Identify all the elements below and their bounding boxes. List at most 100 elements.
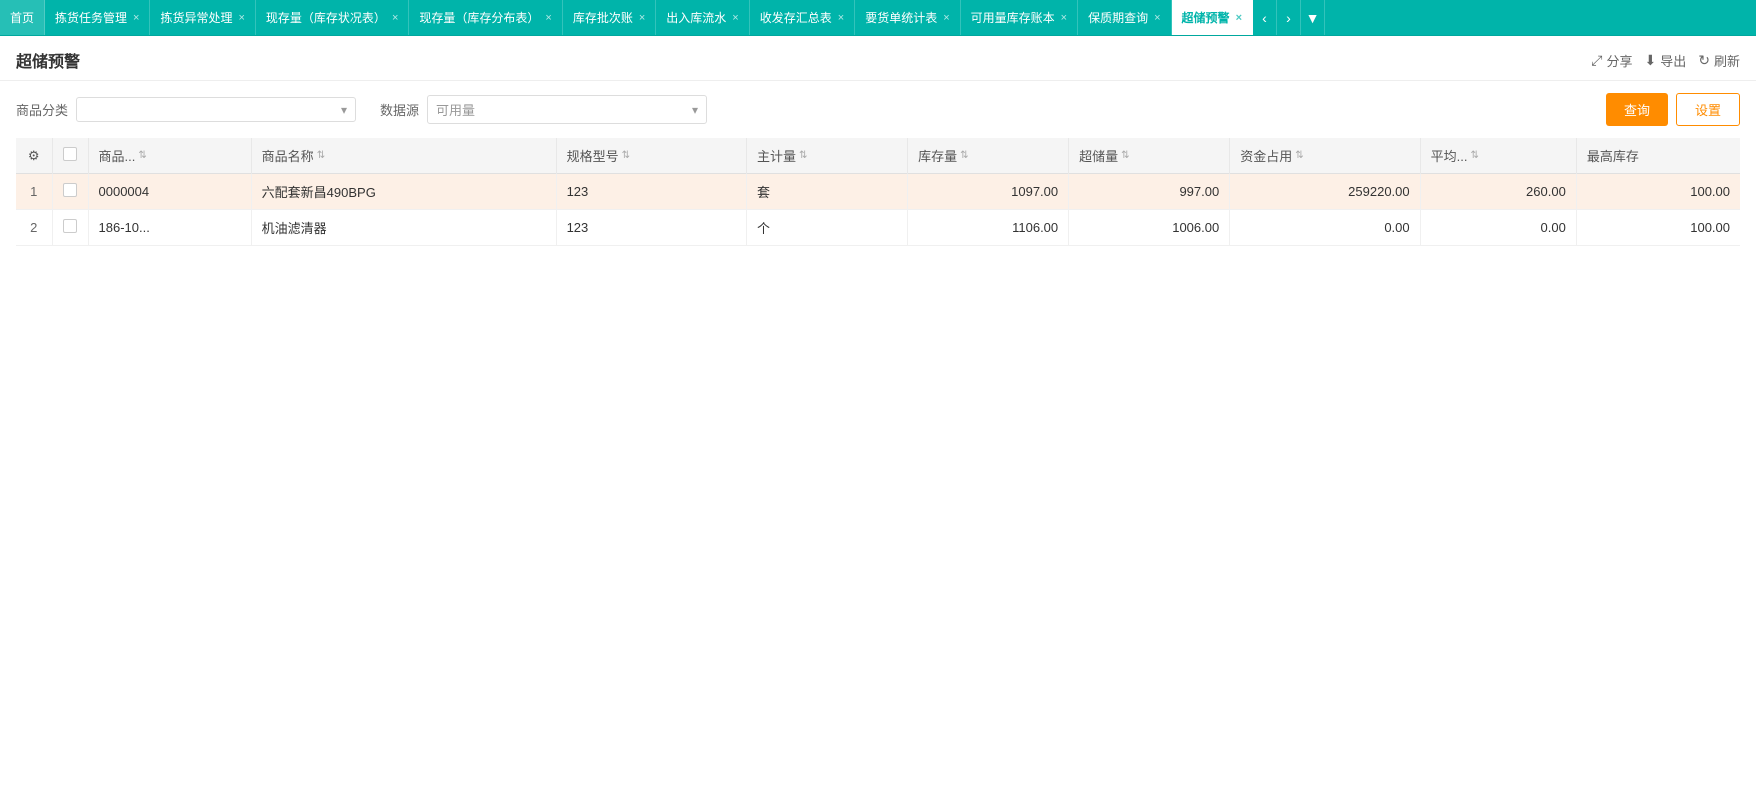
settings-button[interactable]: 设置	[1676, 93, 1740, 126]
nav-pick-task-label: 拣货任务管理	[55, 9, 127, 26]
row-unit-0: 套	[746, 174, 907, 210]
th-spec-label: 规格型号	[567, 146, 619, 165]
nav-quality-check[interactable]: 保质期查询 ×	[1078, 0, 1171, 35]
export-label: 导出	[1660, 51, 1686, 70]
overstock-table: ⚙ 商品... ⇅ 商品名称 ⇅	[16, 138, 1740, 246]
row-unit-1: 个	[746, 210, 907, 246]
row-cb-0[interactable]	[63, 183, 77, 197]
th-name[interactable]: 商品名称 ⇅	[251, 138, 556, 174]
nav-pick-exception[interactable]: 拣货异常处理 ×	[150, 0, 255, 35]
th-code[interactable]: 商品... ⇅	[88, 138, 251, 174]
row-num-1: 2	[16, 210, 52, 246]
nav-inout-flow[interactable]: 出入库流水 ×	[656, 0, 749, 35]
nav-stock-dist[interactable]: 现存量（库存分布表） ×	[409, 0, 562, 35]
nav-batch-account[interactable]: 库存批次账 ×	[563, 0, 656, 35]
row-stock-0: 1097.00	[908, 174, 1069, 210]
nav-inout-flow-close[interactable]: ×	[732, 12, 738, 24]
nav-summary-close[interactable]: ×	[838, 12, 844, 24]
row-spec-1: 123	[556, 210, 746, 246]
row-checkbox-0[interactable]	[52, 174, 88, 210]
sort-avg-icon: ⇅	[1470, 150, 1478, 161]
th-settings[interactable]: ⚙	[16, 138, 52, 174]
th-unit[interactable]: 主计量 ⇅	[746, 138, 907, 174]
nav-order-stats-label: 要货单统计表	[865, 9, 937, 26]
th-max-stock[interactable]: 最高库存	[1576, 138, 1740, 174]
row-capital-0: 259220.00	[1230, 174, 1420, 210]
sort-code-icon: ⇅	[138, 150, 146, 161]
th-overstock[interactable]: 超储量 ⇅	[1069, 138, 1230, 174]
nav-order-stats-close[interactable]: ×	[943, 12, 949, 24]
datasource-filter: 数据源 可用量 ▾	[380, 95, 707, 124]
export-icon: ⬇	[1645, 52, 1657, 69]
nav-inout-flow-label: 出入库流水	[666, 9, 726, 26]
nav-available-stock-close[interactable]: ×	[1061, 12, 1067, 24]
th-overstock-label: 超储量	[1079, 146, 1118, 165]
nav-overstock-warning-close[interactable]: ×	[1236, 12, 1242, 24]
sort-overstock-icon: ⇅	[1121, 150, 1129, 161]
nav-quality-check-label: 保质期查询	[1088, 9, 1148, 26]
nav-pick-task-close[interactable]: ×	[133, 12, 139, 24]
nav-order-stats[interactable]: 要货单统计表 ×	[855, 0, 960, 35]
datasource-select[interactable]: 可用量 ▾	[427, 95, 707, 124]
th-stock[interactable]: 库存量 ⇅	[908, 138, 1069, 174]
datasource-select-value: 可用量	[436, 100, 475, 119]
th-checkbox[interactable]	[52, 138, 88, 174]
nav-available-stock[interactable]: 可用量库存账本 ×	[961, 0, 1078, 35]
th-spec[interactable]: 规格型号 ⇅	[556, 138, 746, 174]
share-button[interactable]: ⤢ 分享	[1591, 51, 1632, 70]
category-label: 商品分类	[16, 100, 68, 119]
refresh-label: 刷新	[1714, 51, 1740, 70]
nav-more-button[interactable]: ▼	[1301, 0, 1325, 35]
sort-name-icon: ⇅	[317, 150, 325, 161]
table-row[interactable]: 1 0000004 六配套新昌490BPG 123 套 1097.00 997.…	[16, 174, 1740, 210]
query-button[interactable]: 查询	[1606, 93, 1668, 126]
nav-overstock-warning[interactable]: 超储预警 ×	[1172, 0, 1253, 35]
th-avg-label: 平均...	[1431, 146, 1468, 165]
nav-summary-label: 收发存汇总表	[760, 9, 832, 26]
category-chevron-icon: ▾	[341, 103, 347, 117]
nav-stock-dist-close[interactable]: ×	[545, 12, 551, 24]
refresh-button[interactable]: ↻ 刷新	[1698, 51, 1740, 70]
table-row[interactable]: 2 186-10... 机油滤清器 123 个 1106.00 1006.00 …	[16, 210, 1740, 246]
refresh-icon: ↻	[1698, 52, 1710, 69]
th-code-label: 商品...	[99, 146, 136, 165]
nav-batch-account-close[interactable]: ×	[639, 12, 645, 24]
sort-unit-icon: ⇅	[799, 150, 807, 161]
nav-home[interactable]: 首页	[0, 0, 45, 35]
category-select[interactable]: ▾	[76, 97, 356, 122]
nav-stock-status[interactable]: 现存量（库存状况表） ×	[256, 0, 409, 35]
th-stock-label: 库存量	[918, 146, 957, 165]
nav-prev-button[interactable]: ‹	[1253, 0, 1277, 35]
nav-summary[interactable]: 收发存汇总表 ×	[750, 0, 855, 35]
row-capital-1: 0.00	[1230, 210, 1420, 246]
nav-next-button[interactable]: ›	[1277, 0, 1301, 35]
nav-pick-task[interactable]: 拣货任务管理 ×	[45, 0, 150, 35]
page-header: 超储预警 ⤢ 分享 ⬇ 导出 ↻ 刷新	[0, 36, 1756, 81]
row-avg-1: 0.00	[1420, 210, 1576, 246]
page-actions: ⤢ 分享 ⬇ 导出 ↻ 刷新	[1591, 51, 1740, 70]
datasource-chevron-icon: ▾	[692, 103, 698, 117]
th-max-stock-label: 最高库存	[1587, 146, 1639, 165]
nav-batch-account-label: 库存批次账	[573, 9, 633, 26]
export-button[interactable]: ⬇ 导出	[1645, 51, 1687, 70]
header-checkbox[interactable]	[63, 147, 77, 161]
nav-quality-check-close[interactable]: ×	[1154, 12, 1160, 24]
table-wrapper: ⚙ 商品... ⇅ 商品名称 ⇅	[0, 138, 1756, 246]
nav-stock-dist-label: 现存量（库存分布表）	[419, 9, 539, 26]
filter-row: 商品分类 ▾ 数据源 可用量 ▾ 查询 设置	[0, 81, 1756, 138]
row-max-stock-0: 100.00	[1576, 174, 1740, 210]
nav-pick-exception-close[interactable]: ×	[238, 12, 244, 24]
datasource-label: 数据源	[380, 100, 419, 119]
nav-stock-status-label: 现存量（库存状况表）	[266, 9, 386, 26]
row-checkbox-1[interactable]	[52, 210, 88, 246]
nav-stock-status-close[interactable]: ×	[392, 12, 398, 24]
row-spec-0: 123	[556, 174, 746, 210]
category-select-value	[85, 102, 89, 117]
th-capital[interactable]: 资金占用 ⇅	[1230, 138, 1420, 174]
table-body: 1 0000004 六配套新昌490BPG 123 套 1097.00 997.…	[16, 174, 1740, 246]
nav-available-stock-label: 可用量库存账本	[971, 9, 1055, 26]
row-cb-1[interactable]	[63, 219, 77, 233]
th-avg[interactable]: 平均... ⇅	[1420, 138, 1576, 174]
sort-stock-icon: ⇅	[960, 150, 968, 161]
row-overstock-1: 1006.00	[1069, 210, 1230, 246]
